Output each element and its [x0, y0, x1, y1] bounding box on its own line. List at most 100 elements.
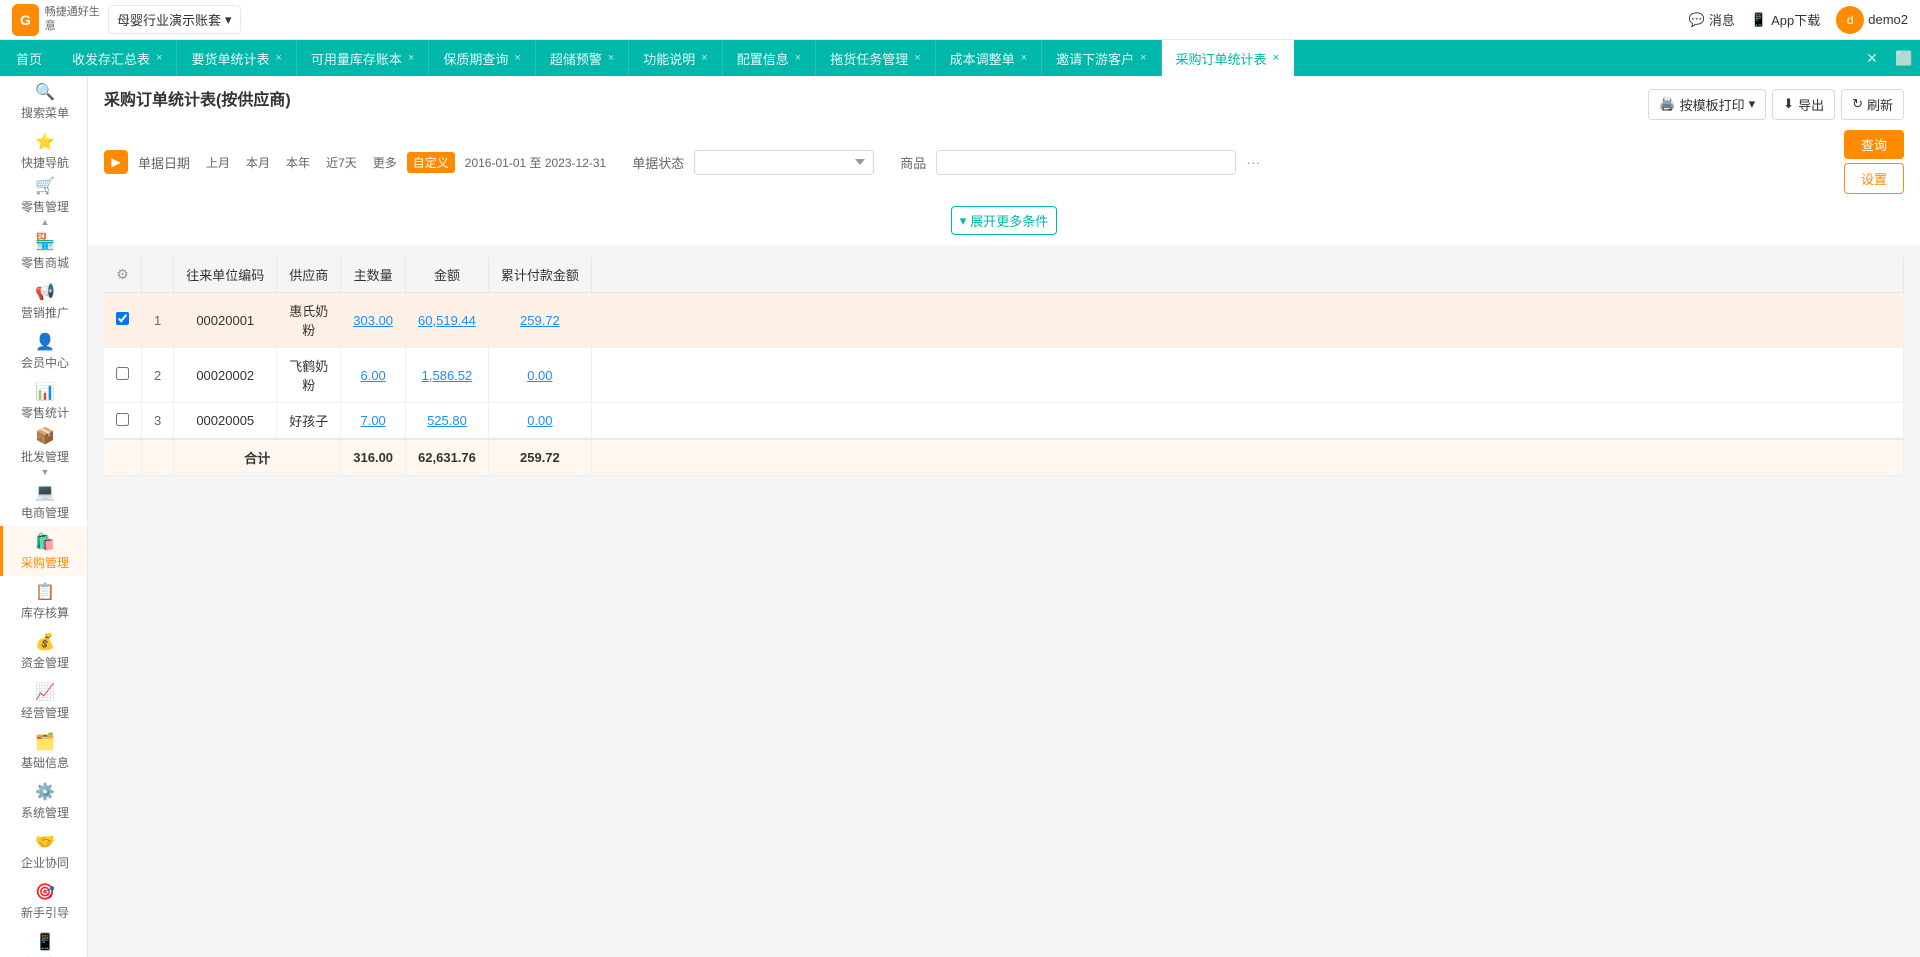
logo-text: 畅捷通好生意	[45, 6, 100, 32]
sidebar-label: 企业协同	[21, 854, 69, 871]
sidebar-item-caigou[interactable]: 🛍️ 采购管理	[0, 526, 87, 576]
export-button[interactable]: ⬇ 导出	[1772, 89, 1835, 120]
toggle-filter-button[interactable]: ▶	[104, 150, 128, 174]
sidebar-label: 零售统计	[21, 404, 69, 421]
sidebar-item-yingxiao[interactable]: 📢 营销推广	[0, 276, 87, 326]
tab-close-icon[interactable]: ×	[275, 52, 281, 64]
shortcut-7days[interactable]: 近7天	[320, 152, 363, 173]
inventory-icon: 📋	[35, 582, 55, 602]
sidebar-item-lingshoup[interactable]: 🏪 零售商城	[0, 226, 87, 276]
sidebar-item-jingying[interactable]: 📈 经营管理	[0, 676, 87, 726]
tab-close-icon[interactable]: ×	[1140, 52, 1146, 64]
sidebar-item-yingyong[interactable]: 📱 应用中心	[0, 926, 87, 957]
sidebar-item-kuaijie[interactable]: ⭐ 快捷导航	[0, 126, 87, 176]
tab-chaochu[interactable]: 超储预警 ×	[536, 40, 629, 76]
refresh-button[interactable]: ↻ 刷新	[1841, 89, 1904, 120]
tab-close-icon[interactable]: ×	[914, 52, 920, 64]
tab-label: 功能说明	[643, 49, 695, 68]
tab-gongneng[interactable]: 功能说明 ×	[629, 40, 722, 76]
workspace-selector[interactable]: 母婴行业演示账套 ▾	[108, 5, 241, 34]
filter-row: ▶ 单据日期 上月 本月 本年 近7天 更多 自定义 2016-01-01 至 …	[104, 130, 1904, 194]
tab-close-icon[interactable]: ×	[156, 52, 162, 64]
user-profile[interactable]: d demo2	[1836, 6, 1908, 34]
tab-tuohuo[interactable]: 拖货任务管理 ×	[816, 40, 935, 76]
more-icon[interactable]: ···	[1246, 154, 1260, 170]
tab-keyongliang[interactable]: 可用量库存账本 ×	[297, 40, 429, 76]
row-amount[interactable]: 60,519.44	[406, 293, 489, 348]
sidebar-item-sousuo[interactable]: 🔍 搜索菜单	[0, 76, 87, 126]
sidebar-item-diandian[interactable]: 💻 电商管理	[0, 476, 87, 526]
row-paid[interactable]: 0.00	[488, 403, 591, 440]
shortcut-this-year[interactable]: 本年	[280, 152, 316, 173]
row-checkbox[interactable]	[116, 367, 129, 380]
sidebar-item-xinshou[interactable]: 🎯 新手引导	[0, 876, 87, 926]
tab-peizhi[interactable]: 配置信息 ×	[723, 40, 816, 76]
sidebar-item-pifa[interactable]: 📦 批发管理 ▼	[0, 426, 87, 476]
row-amount[interactable]: 1,586.52	[406, 348, 489, 403]
tab-label: 成本调整单	[950, 49, 1015, 68]
sidebar-item-huiyuan[interactable]: 👤 会员中心	[0, 326, 87, 376]
row-amount[interactable]: 525.80	[406, 403, 489, 440]
query-button[interactable]: 查询	[1844, 130, 1904, 159]
app-download-button[interactable]: 📱 App下载	[1751, 10, 1820, 29]
tab-shoufayuanhui[interactable]: 收发存汇总表 ×	[58, 40, 177, 76]
row-code: 00020001	[174, 293, 277, 348]
tab-close-icon[interactable]: ×	[1273, 52, 1279, 64]
tab-close-icon[interactable]: ×	[1021, 52, 1027, 64]
tab-home[interactable]: 首页	[0, 49, 58, 68]
status-filter-label: 单据状态	[632, 153, 684, 172]
row-qty[interactable]: 6.00	[341, 348, 406, 403]
message-button[interactable]: 💬 消息	[1689, 10, 1735, 29]
col-qty-header: 主数量	[341, 257, 406, 293]
tab-label: 拖货任务管理	[830, 49, 908, 68]
expand-more-button[interactable]: ▾ 展开更多条件	[951, 206, 1058, 235]
tab-close-icon[interactable]: ×	[795, 52, 801, 64]
table-row[interactable]: 3 00020005 好孩子 7.00 525.80 0.00	[104, 403, 1904, 440]
tab-yaohuo[interactable]: 要货单统计表 ×	[177, 40, 296, 76]
template-print-button[interactable]: 🖨️ 按模板打印 ▾	[1648, 89, 1766, 120]
row-qty[interactable]: 303.00	[341, 293, 406, 348]
sidebar-item-zijin[interactable]: 💰 资金管理	[0, 626, 87, 676]
column-settings-icon[interactable]: ⚙	[116, 266, 129, 282]
sidebar-item-lingshouj[interactable]: 📊 零售统计	[0, 376, 87, 426]
tab-close-icon[interactable]: ×	[608, 52, 614, 64]
database-icon: 🗂️	[35, 732, 55, 752]
row-check[interactable]	[104, 403, 142, 440]
tab-close-icon[interactable]: ×	[408, 52, 414, 64]
sidebar-item-xitong[interactable]: ⚙️ 系统管理	[0, 776, 87, 826]
sidebar-item-lingshou[interactable]: 🛒 零售管理 ▲	[0, 176, 87, 226]
sidebar-item-jichu[interactable]: 🗂️ 基础信息	[0, 726, 87, 776]
status-select[interactable]	[694, 150, 874, 175]
maximize-button[interactable]: ⬜	[1888, 40, 1920, 76]
row-checkbox[interactable]	[116, 312, 129, 325]
row-paid[interactable]: 259.72	[488, 293, 591, 348]
close-all-button[interactable]: ✕	[1856, 40, 1888, 76]
tab-baozhi[interactable]: 保质期查询 ×	[429, 40, 535, 76]
footer-label: 合计	[174, 439, 341, 476]
tab-label: 超储预警	[550, 49, 602, 68]
tab-caigou[interactable]: 采购订单统计表 ×	[1162, 40, 1294, 76]
row-checkbox[interactable]	[116, 413, 129, 426]
table-row[interactable]: 1 00020001 惠氏奶粉 303.00 60,519.44 259.72	[104, 293, 1904, 348]
row-paid[interactable]: 0.00	[488, 348, 591, 403]
sidebar-item-kucun[interactable]: 📋 库存核算	[0, 576, 87, 626]
row-check[interactable]	[104, 293, 142, 348]
row-supplier: 飞鹤奶粉	[277, 348, 341, 403]
tab-close-icon[interactable]: ×	[701, 52, 707, 64]
tab-label: 收发存汇总表	[72, 49, 150, 68]
row-check[interactable]	[104, 348, 142, 403]
shortcut-last-month[interactable]: 上月	[200, 152, 236, 173]
tab-close-icon[interactable]: ×	[514, 52, 520, 64]
custom-badge[interactable]: 自定义	[407, 152, 455, 173]
table-row[interactable]: 2 00020002 飞鹤奶粉 6.00 1,586.52 0.00	[104, 348, 1904, 403]
tab-yaoqing[interactable]: 邀请下游客户 ×	[1042, 40, 1161, 76]
sidebar-item-qiye[interactable]: 🤝 企业协同	[0, 826, 87, 876]
row-qty[interactable]: 7.00	[341, 403, 406, 440]
top-line1: 采购订单统计表(按供应商) 🖨️ 按模板打印 ▾ ⬇ 导出 ↻ 刷新	[104, 86, 1904, 122]
shortcut-more[interactable]: 更多	[367, 152, 403, 173]
tab-chengben[interactable]: 成本调整单 ×	[936, 40, 1042, 76]
col-settings[interactable]: ⚙	[104, 257, 142, 293]
goods-input[interactable]	[936, 150, 1236, 175]
settings-button[interactable]: 设置	[1844, 163, 1904, 194]
shortcut-this-month[interactable]: 本月	[240, 152, 276, 173]
